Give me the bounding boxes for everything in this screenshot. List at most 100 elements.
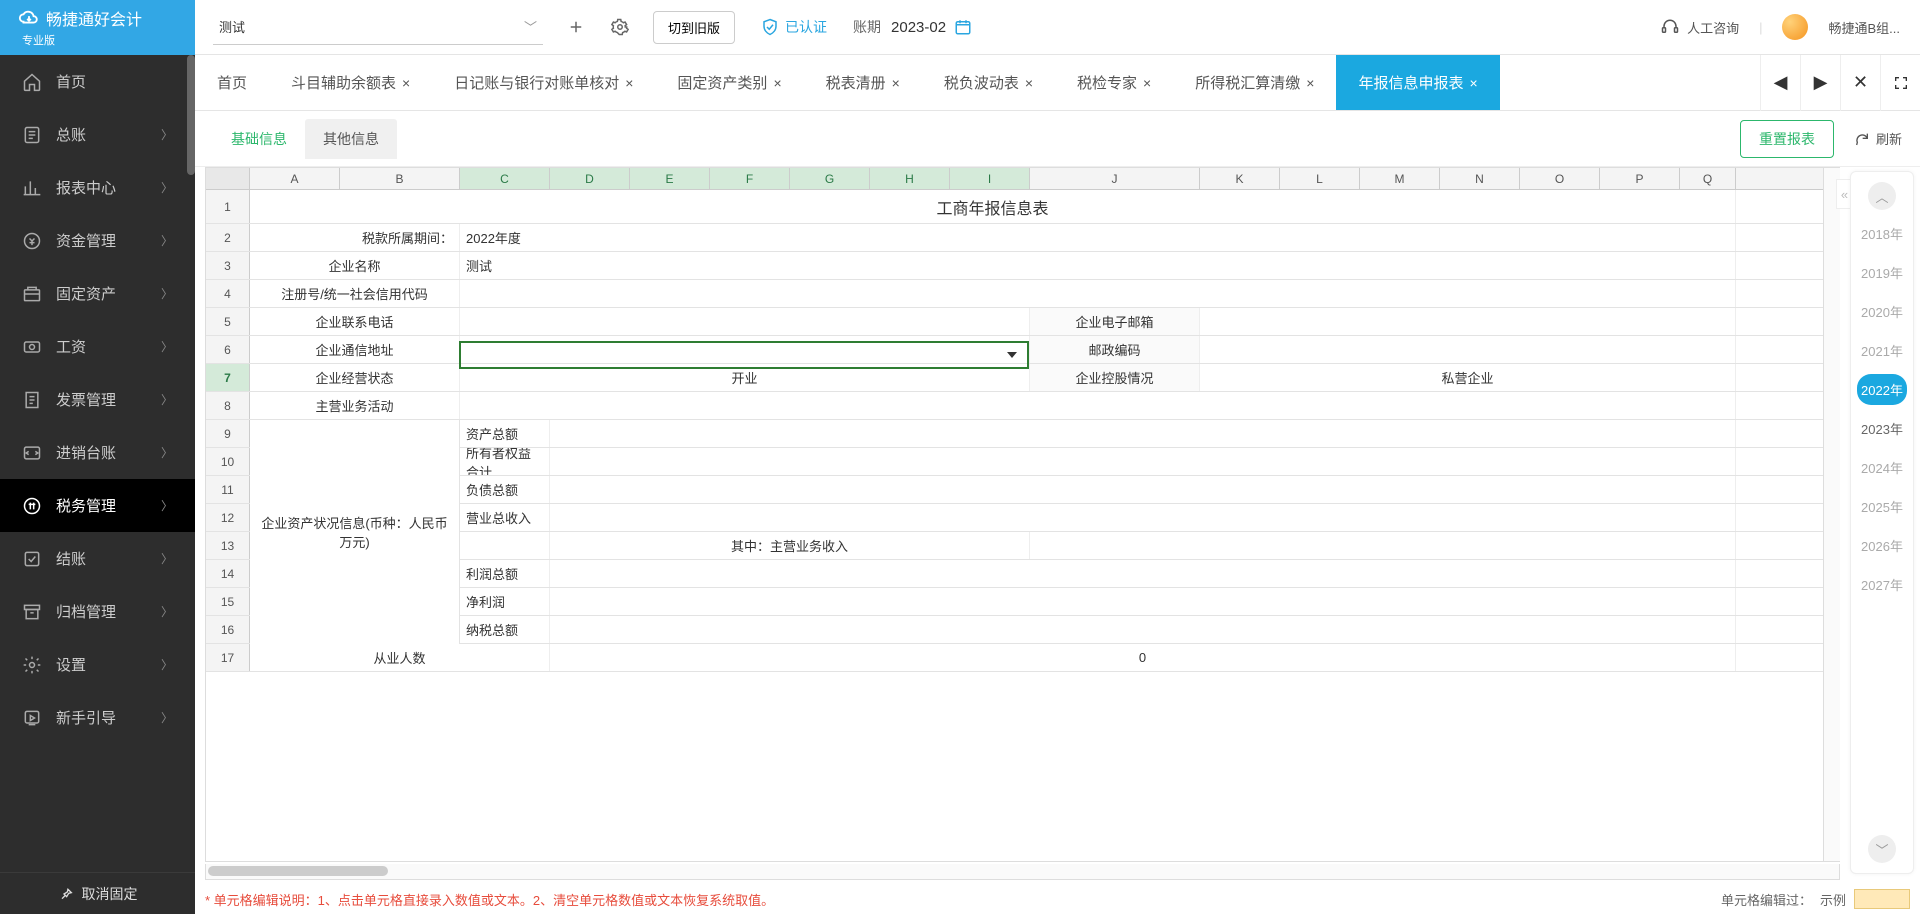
close-icon[interactable]: × — [1143, 75, 1151, 91]
finance-value[interactable] — [550, 420, 1736, 447]
gear-icon[interactable] — [609, 16, 631, 38]
tab[interactable]: 斗目辅助余额表× — [269, 55, 432, 110]
year-option[interactable]: 2021年 — [1851, 331, 1913, 370]
sidebar-item-chart[interactable]: 报表中心〉 — [0, 161, 195, 214]
finance-value[interactable] — [1030, 532, 1736, 559]
tab-scroll-right[interactable]: ▶ — [1800, 55, 1840, 111]
row-header[interactable]: 5 — [206, 308, 250, 335]
year-option[interactable]: 2024年 — [1851, 448, 1913, 487]
fullscreen-icon[interactable] — [1880, 55, 1920, 111]
status-value[interactable]: 开业 — [460, 364, 1030, 391]
finance-value[interactable] — [550, 588, 1736, 615]
unpin-button[interactable]: 取消固定 — [0, 872, 195, 914]
finance-value[interactable] — [550, 616, 1736, 643]
year-option[interactable]: 2020年 — [1851, 292, 1913, 331]
row-header[interactable]: 6 — [206, 336, 250, 363]
reset-report-button[interactable]: 重置报表 — [1740, 120, 1834, 158]
col-header-J[interactable]: J — [1030, 168, 1200, 189]
sidebar-item-inout[interactable]: 进销台账〉 — [0, 426, 195, 479]
tab[interactable]: 税表清册× — [804, 55, 922, 110]
row-header[interactable]: 8 — [206, 392, 250, 419]
col-header-O[interactable]: O — [1520, 168, 1600, 189]
col-header-F[interactable]: F — [710, 168, 790, 189]
sidebar-scrollbar[interactable] — [187, 55, 195, 175]
year-option[interactable]: 2025年 — [1851, 487, 1913, 526]
row-header[interactable]: 12 — [206, 504, 250, 531]
row-header[interactable]: 15 — [206, 588, 250, 615]
year-scroll-down[interactable]: ﹀ — [1868, 835, 1896, 863]
tab[interactable]: 税检专家× — [1055, 55, 1173, 110]
sidebar-item-guide[interactable]: 新手引导〉 — [0, 691, 195, 744]
finance-value[interactable] — [550, 504, 1736, 531]
row-header[interactable]: 17 — [206, 644, 250, 671]
sidebar-item-close[interactable]: 结账〉 — [0, 532, 195, 585]
col-header-H[interactable]: H — [870, 168, 950, 189]
tab[interactable]: 所得税汇算清缴× — [1173, 55, 1336, 110]
finance-value[interactable] — [550, 476, 1736, 503]
tab-close-all[interactable]: ✕ — [1840, 55, 1880, 111]
row-header[interactable]: 16 — [206, 616, 250, 643]
sidebar-item-ledger[interactable]: 总账〉 — [0, 108, 195, 161]
refresh-button[interactable]: 刷新 — [1854, 129, 1902, 148]
close-icon[interactable]: × — [625, 75, 633, 91]
year-option[interactable]: 2026年 — [1851, 526, 1913, 565]
close-icon[interactable]: × — [402, 75, 410, 91]
year-option[interactable]: 2018年 — [1851, 214, 1913, 253]
zip-value[interactable] — [1200, 336, 1736, 363]
year-option[interactable]: 2019年 — [1851, 253, 1913, 292]
tab[interactable]: 税负波动表× — [922, 55, 1055, 110]
phone-value[interactable] — [460, 308, 1030, 335]
row-header[interactable]: 13 — [206, 532, 250, 559]
close-icon[interactable]: × — [773, 75, 781, 91]
col-header-D[interactable]: D — [550, 168, 630, 189]
year-option[interactable]: 2027年 — [1851, 565, 1913, 604]
addr-value[interactable] — [460, 336, 1030, 363]
row-header[interactable]: 1 — [206, 190, 250, 223]
col-header-L[interactable]: L — [1280, 168, 1360, 189]
sidebar-item-tax[interactable]: 税务管理〉 — [0, 479, 195, 532]
subtab-other[interactable]: 其他信息 — [305, 119, 397, 159]
row-header[interactable]: 2 — [206, 224, 250, 251]
holding-value[interactable]: 私营企业 — [1200, 364, 1736, 391]
avatar[interactable] — [1782, 14, 1808, 40]
sidebar-item-archive[interactable]: 归档管理〉 — [0, 585, 195, 638]
company-dropdown[interactable]: 测试 ﹀ — [213, 9, 543, 45]
sidebar-item-salary[interactable]: 工资〉 — [0, 320, 195, 373]
finance-value[interactable] — [550, 448, 1736, 475]
col-header-C[interactable]: C — [460, 168, 550, 189]
col-header-N[interactable]: N — [1440, 168, 1520, 189]
sidebar-item-asset[interactable]: 固定资产〉 — [0, 267, 195, 320]
col-header-P[interactable]: P — [1600, 168, 1680, 189]
consult-button[interactable]: 人工咨询 — [1661, 18, 1739, 37]
calendar-icon[interactable] — [954, 18, 972, 36]
col-header-G[interactable]: G — [790, 168, 870, 189]
year-scroll-up[interactable]: ︿ — [1868, 182, 1896, 210]
year-option[interactable]: 2023年 — [1851, 409, 1913, 448]
vertical-scroll-gutter[interactable] — [1823, 167, 1840, 862]
row-header[interactable]: 7 — [206, 364, 250, 391]
company-name-value[interactable]: 测试 — [460, 252, 1736, 279]
old-version-button[interactable]: 切到旧版 — [653, 11, 735, 44]
scrollbar-thumb[interactable] — [208, 866, 388, 876]
col-header-E[interactable]: E — [630, 168, 710, 189]
close-icon[interactable]: × — [1025, 75, 1033, 91]
finance-value[interactable] — [550, 560, 1736, 587]
row-header[interactable]: 9 — [206, 420, 250, 447]
select-all-corner[interactable] — [206, 168, 250, 189]
col-header-K[interactable]: K — [1200, 168, 1280, 189]
spreadsheet[interactable]: ABCDEFGHIJKLMNOPQ 1工商年报信息表2税款所属期间：2022年度… — [205, 167, 1840, 862]
sidebar-item-home[interactable]: 首页 — [0, 55, 195, 108]
year-option[interactable]: 2022年 — [1857, 374, 1907, 405]
close-icon[interactable]: × — [892, 75, 900, 91]
row-header[interactable]: 3 — [206, 252, 250, 279]
close-icon[interactable]: × — [1469, 75, 1477, 91]
plus-icon[interactable] — [565, 16, 587, 38]
sidebar-item-invoice[interactable]: 发票管理〉 — [0, 373, 195, 426]
col-header-M[interactable]: M — [1360, 168, 1440, 189]
tab[interactable]: 年报信息申报表× — [1336, 55, 1499, 110]
col-header-B[interactable]: B — [340, 168, 460, 189]
col-header-A[interactable]: A — [250, 168, 340, 189]
employee-count-value[interactable]: 0 — [550, 644, 1736, 671]
col-header-Q[interactable]: Q — [1680, 168, 1736, 189]
reg-no-value[interactable] — [460, 280, 1736, 307]
